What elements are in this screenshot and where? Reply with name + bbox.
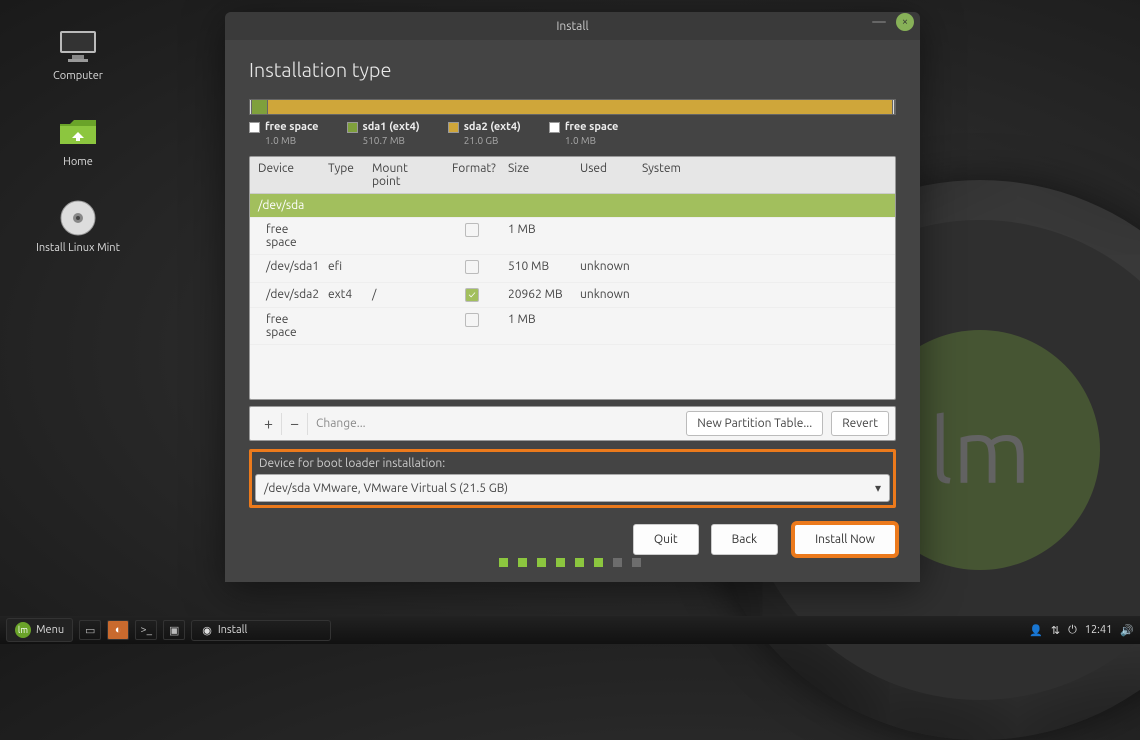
add-partition-button[interactable]: +	[256, 413, 282, 435]
progress-dots	[0, 558, 1140, 567]
quit-button[interactable]: Quit	[633, 524, 699, 555]
desktop-icon-label: Home	[63, 156, 93, 168]
terminal-icon[interactable]: >_	[135, 620, 157, 640]
taskbar-task-label: Install	[218, 624, 248, 636]
col-mount[interactable]: Mount point	[364, 157, 444, 193]
partition-bar	[249, 99, 896, 115]
network-icon[interactable]: ⇅	[1051, 624, 1060, 637]
window-title-text: Install	[556, 20, 588, 33]
install-window: Install × Installation type free space1.…	[225, 12, 920, 582]
back-button[interactable]: Back	[711, 524, 778, 555]
power-icon[interactable]: ⏻	[1068, 624, 1077, 637]
close-icon[interactable]: ×	[896, 13, 914, 31]
bootloader-device-value: /dev/sda VMware, VMware Virtual S (21.5 …	[264, 482, 508, 495]
monitor-icon	[56, 28, 100, 64]
chevron-down-icon: ▾	[875, 481, 881, 495]
mint-logo-icon: lm	[15, 622, 31, 638]
volume-icon[interactable]: 🔊	[1120, 624, 1134, 637]
disc-icon: ◉	[202, 624, 212, 637]
menu-button[interactable]: lm Menu	[6, 618, 73, 642]
table-row[interactable]: free space1 MB	[250, 308, 895, 345]
clock[interactable]: 12:41	[1085, 624, 1113, 636]
desktop-icon-home[interactable]: Home	[28, 114, 128, 168]
bootloader-label: Device for boot loader installation:	[259, 457, 886, 470]
desktop-icon-install-mint[interactable]: Install Linux Mint	[28, 200, 128, 254]
install-now-button[interactable]: Install Now	[794, 524, 896, 555]
taskbar: lm Menu ▭ ◐ >_ ▣ ◉ Install 👤 ⇅ ⏻ 12:41 🔊	[0, 616, 1140, 644]
user-icon[interactable]: 👤	[1029, 624, 1043, 637]
change-partition-button[interactable]: Change...	[316, 417, 366, 430]
partition-table: Device Type Mount point Format? Size Use…	[249, 156, 896, 400]
new-partition-table-button[interactable]: New Partition Table...	[686, 411, 823, 436]
minimize-icon[interactable]	[872, 21, 886, 23]
revert-button[interactable]: Revert	[831, 411, 889, 436]
files-icon[interactable]: ▣	[163, 620, 185, 640]
table-row[interactable]: free space1 MB	[250, 218, 895, 255]
installer-heading: Installation type	[225, 40, 920, 99]
desktop-icon-label: Install Linux Mint	[36, 242, 120, 254]
table-row[interactable]: /dev/sda	[250, 194, 895, 218]
bootloader-highlight: Device for boot loader installation: /de…	[249, 449, 896, 508]
show-desktop-icon[interactable]: ▭	[79, 620, 101, 640]
table-row[interactable]: /dev/sda1efi510 MBunknown	[250, 255, 895, 283]
menu-label: Menu	[36, 624, 64, 636]
taskbar-task-install[interactable]: ◉ Install	[191, 620, 331, 641]
col-used[interactable]: Used	[572, 157, 634, 193]
firefox-icon[interactable]: ◐	[107, 620, 129, 640]
col-format[interactable]: Format?	[444, 157, 500, 193]
col-size[interactable]: Size	[500, 157, 572, 193]
remove-partition-button[interactable]: −	[282, 413, 308, 435]
desktop-icon-label: Computer	[53, 70, 103, 82]
table-row[interactable]: /dev/sda2ext4/✓20962 MBunknown	[250, 283, 895, 308]
desktop-icon-computer[interactable]: Computer	[28, 28, 128, 82]
col-device[interactable]: Device	[250, 157, 320, 193]
disc-icon	[56, 200, 100, 236]
window-titlebar[interactable]: Install ×	[225, 12, 920, 40]
partition-legend: free space1.0 MB sda1 (ext4)510.7 MB sda…	[249, 121, 896, 146]
bootloader-device-select[interactable]: /dev/sda VMware, VMware Virtual S (21.5 …	[255, 474, 890, 502]
col-type[interactable]: Type	[320, 157, 364, 193]
col-system[interactable]: System	[634, 157, 895, 193]
folder-home-icon	[56, 114, 100, 150]
